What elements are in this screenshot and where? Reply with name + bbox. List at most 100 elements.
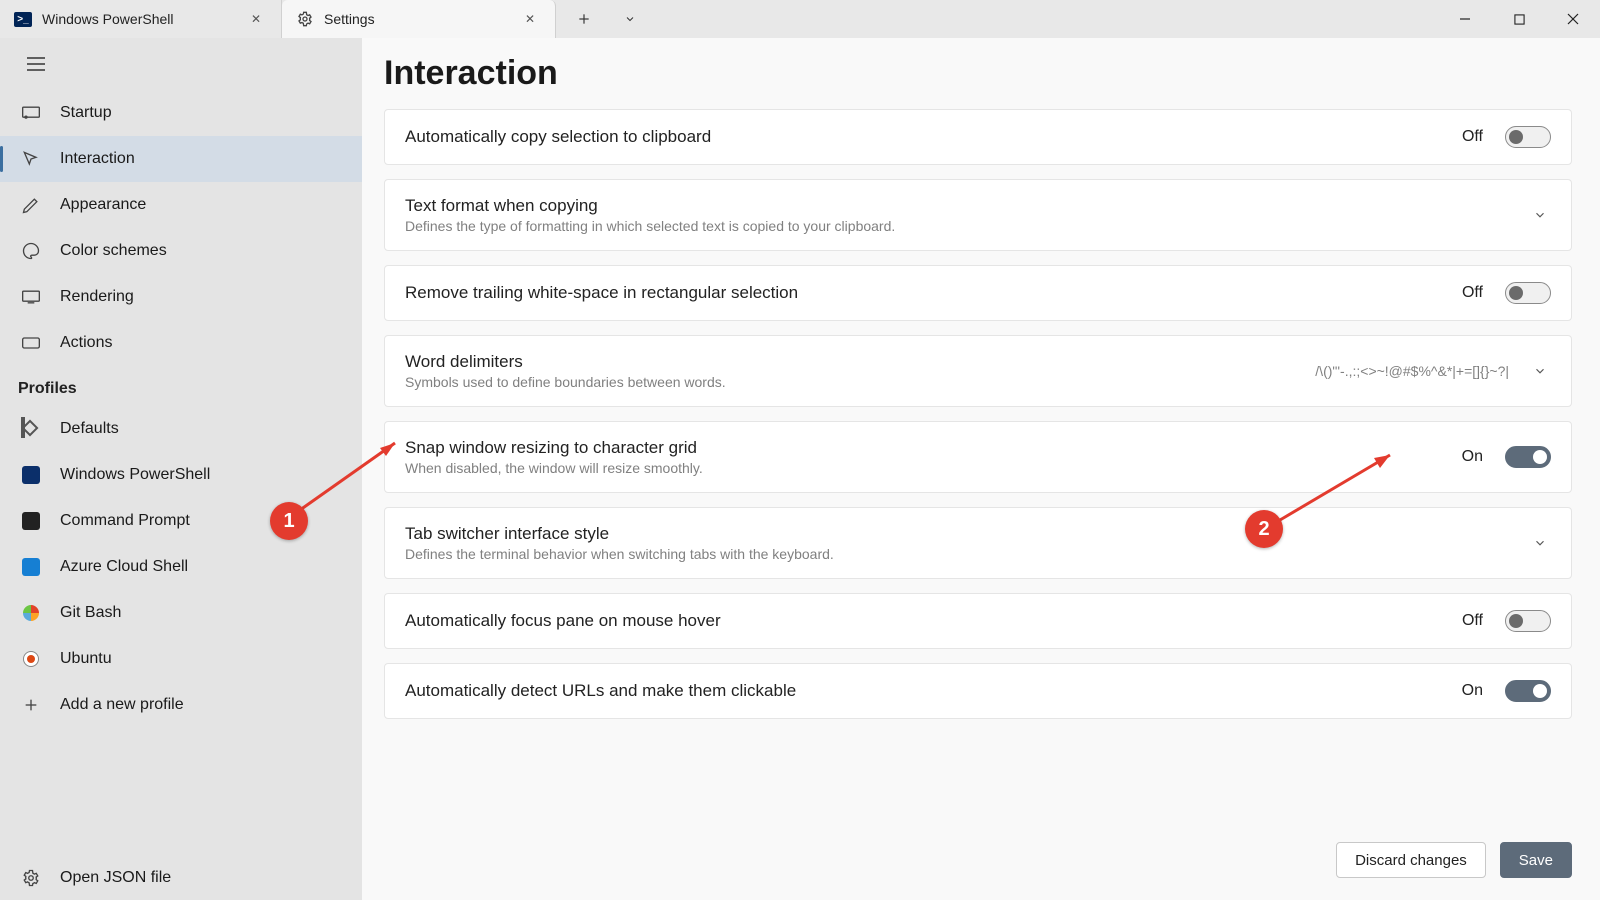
page-title: Interaction bbox=[384, 54, 1572, 93]
setting-focus-hover[interactable]: Automatically focus pane on mouse hover … bbox=[384, 593, 1572, 649]
setting-desc: Defines the terminal behavior when switc… bbox=[405, 546, 1515, 562]
azure-icon bbox=[20, 556, 42, 578]
powershell-icon bbox=[20, 464, 42, 486]
close-window-button[interactable] bbox=[1546, 0, 1600, 38]
gear-icon bbox=[20, 867, 42, 889]
button-label: Save bbox=[1519, 852, 1553, 869]
sidebar-item-label: Interaction bbox=[60, 150, 135, 168]
maximize-button[interactable] bbox=[1492, 0, 1546, 38]
setting-remove-whitespace[interactable]: Remove trailing white-space in rectangul… bbox=[384, 265, 1572, 321]
setting-text-format[interactable]: Text format when copying Defines the typ… bbox=[384, 179, 1572, 251]
setting-desc: When disabled, the window will resize sm… bbox=[405, 460, 1448, 476]
sidebar-item-label: Azure Cloud Shell bbox=[60, 558, 188, 576]
toggle[interactable] bbox=[1505, 446, 1551, 468]
sidebar-item-label: Startup bbox=[60, 104, 112, 122]
sidebar-profile-defaults[interactable]: Defaults bbox=[0, 406, 362, 452]
sidebar-profile-powershell[interactable]: Windows PowerShell bbox=[0, 452, 362, 498]
ubuntu-icon bbox=[20, 648, 42, 670]
profiles-header: Profiles bbox=[0, 366, 362, 406]
toggle-state: Off bbox=[1462, 128, 1483, 146]
discard-button[interactable]: Discard changes bbox=[1336, 842, 1486, 878]
defaults-icon bbox=[20, 418, 42, 440]
sidebar-item-label: Git Bash bbox=[60, 604, 121, 622]
setting-title: Text format when copying bbox=[405, 196, 1515, 216]
sidebar-item-label: Command Prompt bbox=[60, 512, 190, 530]
toggle-state: On bbox=[1462, 682, 1483, 700]
setting-tab-switcher[interactable]: Tab switcher interface style Defines the… bbox=[384, 507, 1572, 579]
sidebar-item-label: Windows PowerShell bbox=[60, 466, 210, 484]
sidebar-item-actions[interactable]: Actions bbox=[0, 320, 362, 366]
plus-icon bbox=[20, 694, 42, 716]
rendering-icon bbox=[20, 286, 42, 308]
titlebar: >_ Windows PowerShell ✕ Settings ✕ bbox=[0, 0, 1600, 38]
setting-copy-selection[interactable]: Automatically copy selection to clipboar… bbox=[384, 109, 1572, 165]
sidebar-profile-azure[interactable]: Azure Cloud Shell bbox=[0, 544, 362, 590]
interaction-icon bbox=[20, 148, 42, 170]
toggle[interactable] bbox=[1505, 610, 1551, 632]
setting-title: Tab switcher interface style bbox=[405, 524, 1515, 544]
button-label: Discard changes bbox=[1355, 852, 1467, 869]
new-tab-button[interactable] bbox=[564, 0, 604, 38]
setting-title: Word delimiters bbox=[405, 352, 1301, 372]
setting-snap-resize[interactable]: Snap window resizing to character grid W… bbox=[384, 421, 1572, 493]
sidebar-item-color-schemes[interactable]: Color schemes bbox=[0, 228, 362, 274]
startup-icon bbox=[20, 102, 42, 124]
sidebar-item-label: Color schemes bbox=[60, 242, 167, 260]
sidebar-item-startup[interactable]: Startup bbox=[0, 90, 362, 136]
setting-detect-urls[interactable]: Automatically detect URLs and make them … bbox=[384, 663, 1572, 719]
setting-title: Automatically focus pane on mouse hover bbox=[405, 611, 1448, 631]
setting-title: Automatically detect URLs and make them … bbox=[405, 681, 1448, 701]
sidebar-profile-ubuntu[interactable]: Ubuntu bbox=[0, 636, 362, 682]
sidebar-item-label: Actions bbox=[60, 334, 112, 352]
titlebar-actions bbox=[556, 0, 1438, 38]
appearance-icon bbox=[20, 194, 42, 216]
close-icon[interactable]: ✕ bbox=[245, 8, 267, 30]
sidebar-add-profile[interactable]: Add a new profile bbox=[0, 682, 362, 728]
setting-title: Remove trailing white-space in rectangul… bbox=[405, 283, 1448, 303]
toggle-state: On bbox=[1462, 448, 1483, 466]
sidebar-profile-gitbash[interactable]: Git Bash bbox=[0, 590, 362, 636]
save-button[interactable]: Save bbox=[1500, 842, 1572, 878]
actions-icon bbox=[20, 332, 42, 354]
minimize-button[interactable] bbox=[1438, 0, 1492, 38]
tab-settings[interactable]: Settings ✕ bbox=[282, 0, 556, 38]
setting-value: /\()"'-.,:;<>~!@#$%^&*|+=[]{}~?| bbox=[1315, 363, 1509, 379]
chevron-down-icon[interactable] bbox=[1529, 204, 1551, 226]
sidebar-item-label: Appearance bbox=[60, 196, 146, 214]
setting-desc: Symbols used to define boundaries betwee… bbox=[405, 374, 1301, 390]
gitbash-icon bbox=[20, 602, 42, 624]
sidebar-item-label: Defaults bbox=[60, 420, 119, 438]
hamburger-button[interactable] bbox=[16, 44, 56, 84]
tab-dropdown-button[interactable] bbox=[610, 0, 650, 38]
cmd-icon bbox=[20, 510, 42, 532]
toggle[interactable] bbox=[1505, 126, 1551, 148]
close-icon[interactable]: ✕ bbox=[519, 8, 541, 30]
chevron-down-icon[interactable] bbox=[1529, 360, 1551, 382]
footer-actions: Discard changes Save bbox=[1336, 842, 1572, 878]
setting-desc: Defines the type of formatting in which … bbox=[405, 218, 1515, 234]
tab-label: Settings bbox=[324, 11, 509, 27]
chevron-down-icon[interactable] bbox=[1529, 532, 1551, 554]
tab-powershell[interactable]: >_ Windows PowerShell ✕ bbox=[0, 0, 282, 38]
sidebar-profile-cmd[interactable]: Command Prompt bbox=[0, 498, 362, 544]
tab-label: Windows PowerShell bbox=[42, 11, 235, 27]
toggle[interactable] bbox=[1505, 282, 1551, 304]
toggle-state: Off bbox=[1462, 612, 1483, 630]
color-schemes-icon bbox=[20, 240, 42, 262]
sidebar-open-json[interactable]: Open JSON file bbox=[0, 854, 362, 900]
window-controls bbox=[1438, 0, 1600, 38]
setting-title: Snap window resizing to character grid bbox=[405, 438, 1448, 458]
sidebar-item-rendering[interactable]: Rendering bbox=[0, 274, 362, 320]
powershell-icon: >_ bbox=[14, 10, 32, 28]
toggle-state: Off bbox=[1462, 284, 1483, 302]
sidebar-item-label: Ubuntu bbox=[60, 650, 112, 668]
sidebar-item-interaction[interactable]: Interaction bbox=[0, 136, 362, 182]
sidebar-item-label: Open JSON file bbox=[60, 869, 171, 887]
setting-title: Automatically copy selection to clipboar… bbox=[405, 127, 1448, 147]
setting-word-delimiters[interactable]: Word delimiters Symbols used to define b… bbox=[384, 335, 1572, 407]
main-content: Interaction Automatically copy selection… bbox=[362, 38, 1600, 900]
sidebar-item-label: Add a new profile bbox=[60, 696, 184, 714]
sidebar: Startup Interaction Appearance Color sch… bbox=[0, 38, 362, 900]
sidebar-item-appearance[interactable]: Appearance bbox=[0, 182, 362, 228]
toggle[interactable] bbox=[1505, 680, 1551, 702]
